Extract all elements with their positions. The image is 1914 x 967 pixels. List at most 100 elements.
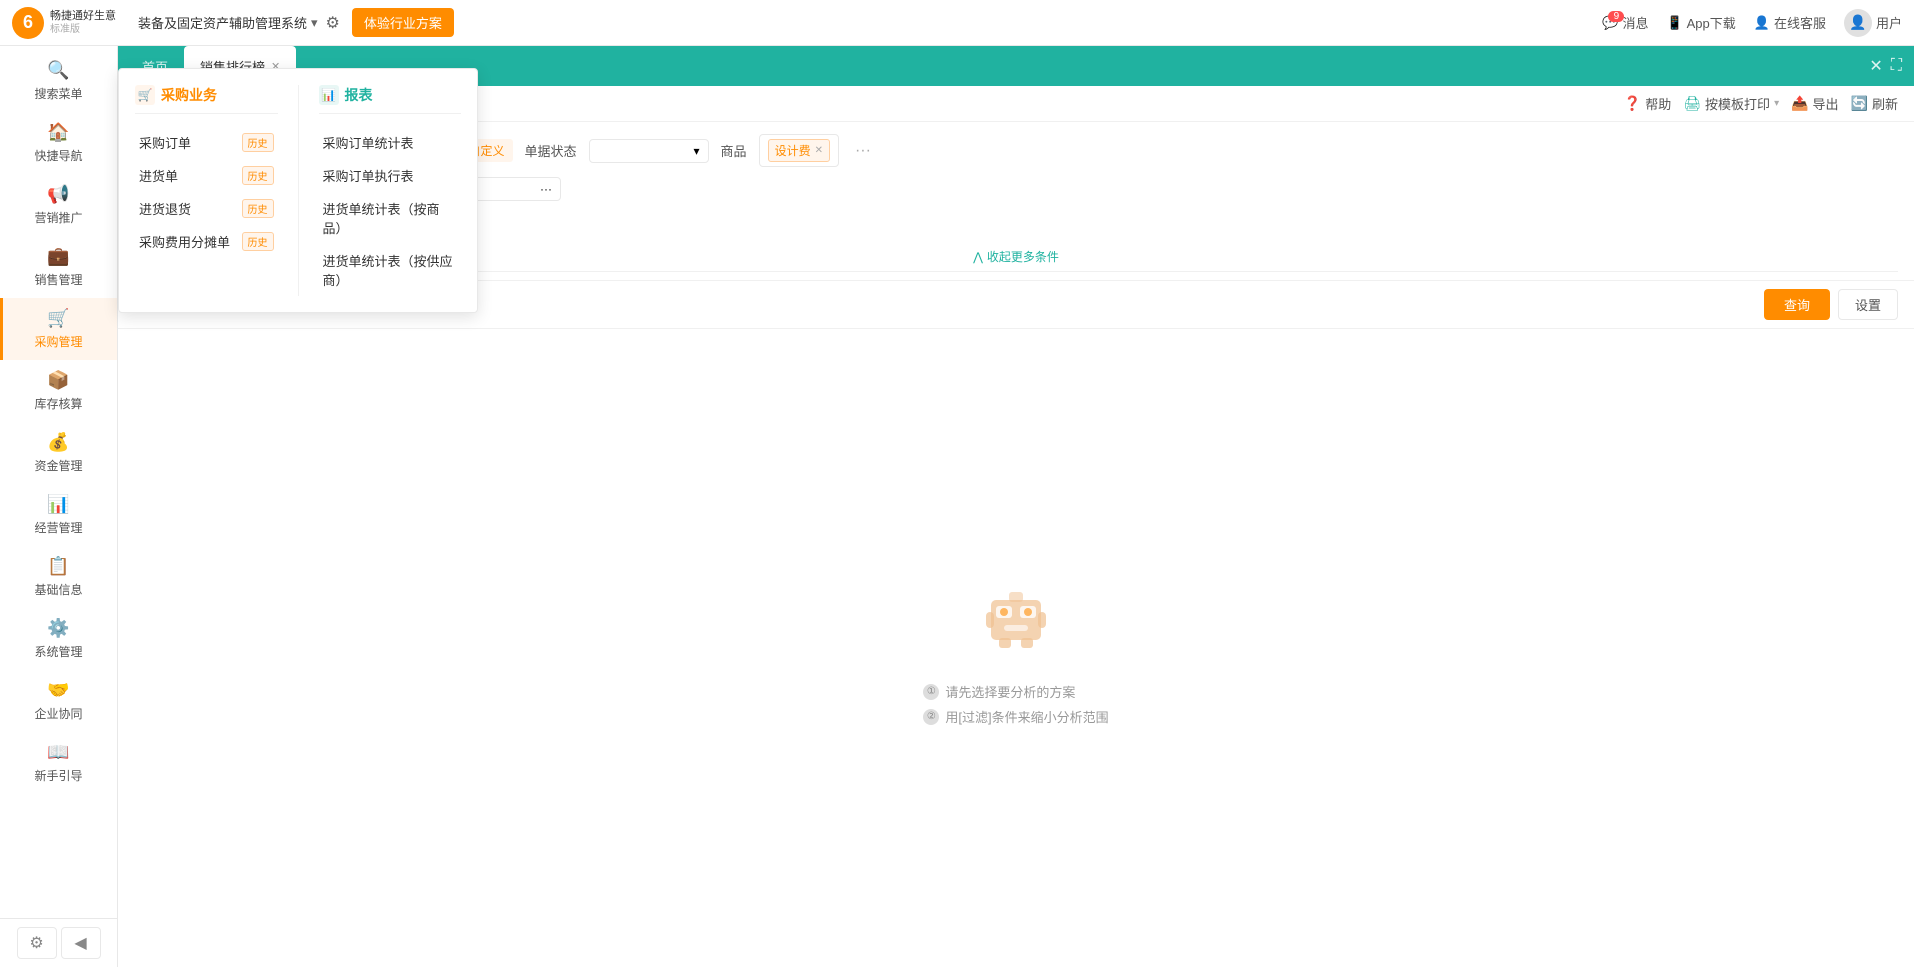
empty-tips: ① 请先选择要分析的方案 ② 用[过滤]条件来缩小分析范围 [923, 682, 1108, 726]
sidebar-item-inventory[interactable]: 📦 库存核算 [0, 360, 117, 422]
export-icon: 📤 [1791, 95, 1808, 112]
menu-item-receipt[interactable]: 进货单 历史 [135, 159, 278, 192]
logo: 6 畅捷通好生意 标准版 [12, 7, 130, 39]
menu-item-purchase-order[interactable]: 采购订单 历史 [135, 126, 278, 159]
query-button[interactable]: 查询 [1764, 289, 1830, 320]
print-dropdown-icon: ▾ [1774, 98, 1779, 109]
sidebar-item-operation[interactable]: 📊 经营管理 [0, 484, 117, 546]
sidebar-label-base-info: 基础信息 [34, 581, 82, 598]
purchase-col-title: 🛒 采购业务 [135, 85, 278, 114]
message-badge-wrap: 💬 9 [1602, 15, 1618, 31]
purchase-icon: 🛒 [47, 308, 69, 329]
sidebar-item-base-info[interactable]: 📋 基础信息 [0, 546, 117, 608]
base-info-icon: 📋 [47, 556, 69, 577]
app-download-item[interactable]: 📱 App下载 [1666, 13, 1735, 32]
empty-tip-1: ① 请先选择要分析的方案 [923, 682, 1108, 701]
sidebar-item-guide[interactable]: 📖 新手引导 [0, 732, 117, 794]
menu-item-receipt-stat-supplier[interactable]: 进货单统计表（按供应商） [319, 244, 462, 296]
menu-item-badge: 历史 [242, 232, 274, 251]
collapse-label: 收起更多条件 [987, 248, 1059, 265]
export-action[interactable]: 📤 导出 [1791, 94, 1838, 113]
menu-item-return[interactable]: 进货退货 历史 [135, 192, 278, 225]
sidebar-collapse-btn[interactable]: ◀ [61, 927, 101, 959]
tabbar-expand-icon[interactable]: ⛶ [1891, 57, 1902, 75]
user-item[interactable]: 👤 用户 [1844, 9, 1902, 37]
sidebar-item-search[interactable]: 🔍 搜索菜单 [0, 50, 117, 112]
goods-tag-close[interactable]: ✕ [815, 145, 823, 156]
operation-icon: 📊 [47, 494, 69, 515]
sidebar-item-quick-nav[interactable]: 🏠 快捷导航 [0, 112, 117, 174]
sales-icon: 💼 [47, 246, 69, 267]
sidebar-label-system: 系统管理 [34, 643, 82, 660]
tabbar-close-icon[interactable]: ✕ [1869, 56, 1882, 76]
menu-item-label: 进货单统计表（按供应商） [323, 251, 458, 289]
salesperson-dots: ··· [540, 182, 552, 196]
message-badge: 9 [1608, 11, 1624, 22]
help-action[interactable]: ❓ 帮助 [1624, 94, 1671, 113]
empty-tip-2: ② 用[过滤]条件来缩小分析范围 [923, 707, 1108, 726]
purchase-col: 🛒 采购业务 采购订单 历史 进货单 历史 进货退货 历史 采购费用分摊单 历史 [135, 85, 278, 296]
goods-more-dots[interactable]: ··· [855, 142, 871, 160]
sidebar-item-marketing[interactable]: 📢 营销推广 [0, 174, 117, 236]
sidebar: 🔍 搜索菜单 🏠 快捷导航 📢 营销推广 💼 销售管理 🛒 采购管理 📦 库存核… [0, 46, 118, 967]
industry-btn[interactable]: 体验行业方案 [352, 8, 454, 37]
menu-item-label: 采购订单 [139, 133, 191, 152]
goods-label: 商品 [721, 141, 747, 160]
menu-item-receipt-stat-goods[interactable]: 进货单统计表（按商品） [319, 192, 462, 244]
goods-select[interactable]: 设计费 ✕ [759, 134, 839, 167]
menu-item-label: 采购费用分摊单 [139, 232, 230, 251]
report-col-icon: 📊 [319, 85, 339, 105]
purchase-col-icon: 🛒 [135, 85, 155, 105]
sidebar-item-sales[interactable]: 💼 销售管理 [0, 236, 117, 298]
home-icon: 🏠 [47, 122, 69, 143]
refresh-action[interactable]: 🔄 刷新 [1851, 94, 1898, 113]
print-action[interactable]: 🖨 按模板打印 ▾ [1683, 94, 1779, 113]
app-download-label: App下载 [1687, 13, 1736, 32]
sidebar-item-purchase[interactable]: 🛒 采购管理 [0, 298, 117, 360]
menu-item-label: 采购订单统计表 [323, 133, 414, 152]
message-label: 消息 [1622, 13, 1648, 32]
status-label: 单据状态 [525, 141, 577, 160]
avatar: 👤 [1844, 9, 1872, 37]
export-label: 导出 [1813, 94, 1839, 113]
sidebar-label-fund: 资金管理 [34, 457, 82, 474]
collapse-up-icon: ⋀ [973, 250, 983, 264]
menu-item-badge: 历史 [242, 133, 274, 152]
marketing-icon: 📢 [47, 184, 69, 205]
sidebar-item-system[interactable]: ⚙️ 系统管理 [0, 608, 117, 670]
topbar-right: 💬 9 消息 📱 App下载 👤 在线客服 👤 用户 [1602, 9, 1902, 37]
online-service-item[interactable]: 👤 在线客服 [1754, 13, 1826, 32]
online-service-label: 在线客服 [1774, 13, 1826, 32]
menu-item-expense[interactable]: 采购费用分摊单 历史 [135, 225, 278, 258]
service-icon: 👤 [1754, 15, 1770, 31]
user-label: 用户 [1876, 13, 1902, 32]
purchase-dropdown-menu: 🛒 采购业务 采购订单 历史 进货单 历史 进货退货 历史 采购费用分摊单 历史… [118, 68, 478, 313]
empty-state: ① 请先选择要分析的方案 ② 用[过滤]条件来缩小分析范围 [118, 329, 1914, 967]
system-icon: ⚙️ [47, 618, 69, 639]
print-label: 按模板打印 [1705, 94, 1770, 113]
sidebar-label-purchase: 采购管理 [34, 333, 82, 350]
empty-illustration [966, 570, 1066, 670]
logo-line1: 畅捷通好生意 [50, 9, 116, 23]
menu-item-purchase-order-exec[interactable]: 采购订单执行表 [319, 159, 462, 192]
menu-item-badge: 历史 [242, 166, 274, 185]
menu-item-label: 进货退货 [139, 199, 191, 218]
settings-button[interactable]: 设置 [1838, 289, 1898, 320]
phone-icon: 📱 [1666, 15, 1682, 31]
menu-item-purchase-order-stat[interactable]: 采购订单统计表 [319, 126, 462, 159]
system-gear-icon[interactable]: ⚙ [326, 13, 340, 33]
report-col-title: 📊 报表 [319, 85, 462, 114]
inventory-icon: 📦 [47, 370, 69, 391]
sidebar-item-fund[interactable]: 💰 资金管理 [0, 422, 117, 484]
sidebar-label-guide: 新手引导 [34, 767, 82, 784]
logo-line2: 标准版 [50, 23, 116, 36]
topbar: 6 畅捷通好生意 标准版 装备及固定资产辅助管理系统 ▾ ⚙ 体验行业方案 💬 … [0, 0, 1914, 46]
message-item[interactable]: 💬 9 消息 [1602, 13, 1648, 32]
system-dropdown-icon[interactable]: ▾ [311, 15, 318, 31]
refresh-icon: 🔄 [1851, 95, 1868, 112]
logo-text: 畅捷通好生意 标准版 [50, 9, 116, 36]
goods-tag: 设计费 ✕ [768, 139, 830, 162]
status-select[interactable]: ▾ [589, 139, 709, 163]
sidebar-settings-btn[interactable]: ⚙ [17, 927, 57, 959]
sidebar-item-cooperation[interactable]: 🤝 企业协同 [0, 670, 117, 732]
